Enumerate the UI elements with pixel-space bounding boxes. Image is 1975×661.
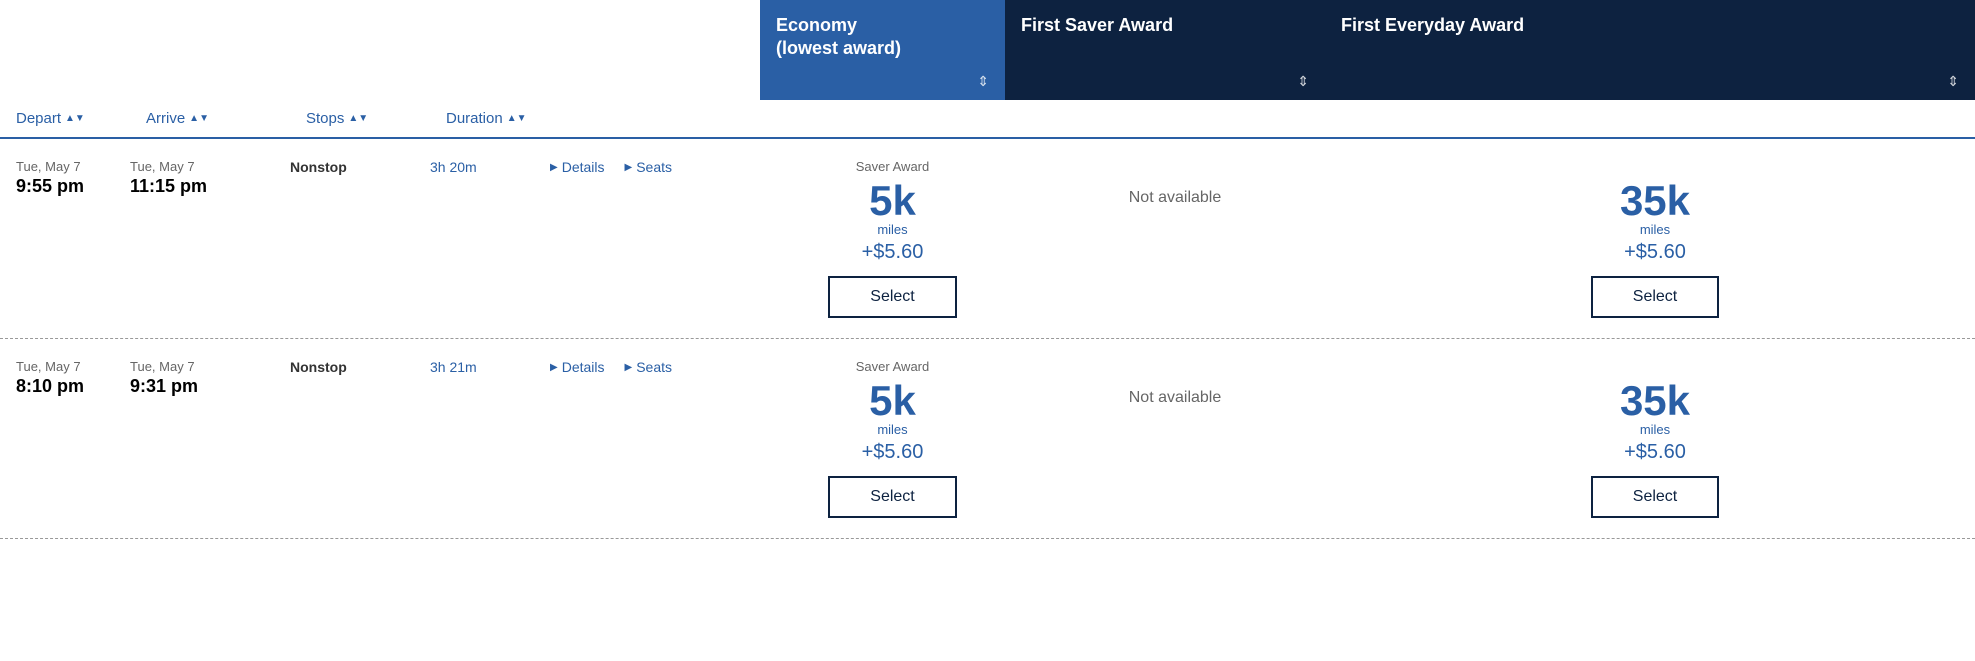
stops-sort-arrows[interactable]: ▲▼ [348,114,368,124]
first-everyday-award-col: 35k miles +$5.60 Select [1335,359,1975,518]
everyday-miles-label: miles [1640,222,1670,237]
flight-links: Details Seats [550,359,770,375]
first-everyday-sort-icon[interactable]: ⇕ [1947,73,1959,90]
first-saver-sort-icon[interactable]: ⇕ [1297,73,1309,90]
economy-award-miles: 5k [869,380,916,422]
first-everyday-award-col: 35k miles +$5.60 Select [1335,159,1975,318]
first-everyday-header-title: First Everyday Award [1341,14,1959,37]
first-saver-header[interactable]: First Saver Award ⇕ [1005,0,1325,100]
details-link[interactable]: Details [550,359,605,375]
first-saver-award-col: Not available [1015,359,1335,449]
everyday-award-type-spacer [1653,359,1657,374]
economy-award-type: Saver Award [856,359,929,374]
flight-links: Details Seats [550,159,770,175]
flight-depart: Tue, May 7 9:55 pm [0,159,130,197]
flight-arrive: Tue, May 7 11:15 pm [130,159,290,197]
column-headers: Economy (lowest award) ⇕ First Saver Awa… [0,0,1975,100]
arrive-time: 11:15 pm [130,176,290,197]
details-link[interactable]: Details [550,159,605,175]
economy-header[interactable]: Economy (lowest award) ⇕ [760,0,1005,100]
economy-award-fee: +$5.60 [862,241,924,264]
first-saver-award-col: Not available [1015,159,1335,249]
economy-award-fee: +$5.60 [862,441,924,464]
seats-link[interactable]: Seats [625,159,673,175]
subheader-spacer [630,100,1975,137]
arrive-date: Tue, May 7 [130,359,290,374]
duration-sort-arrows[interactable]: ▲▼ [507,114,527,124]
flight-stops: Nonstop [290,359,430,375]
economy-award-col: Saver Award 5k miles +$5.60 Select [770,359,1015,518]
depart-time: 8:10 pm [16,376,130,397]
everyday-award-type-spacer [1653,159,1657,174]
first-saver-not-available: Not available [1025,359,1325,449]
depart-date: Tue, May 7 [16,159,130,174]
first-everyday-header[interactable]: First Everyday Award ⇕ [1325,0,1975,100]
everyday-award-fee: +$5.60 [1624,441,1686,464]
flight-duration: 3h 21m [430,359,550,375]
first-saver-header-title: First Saver Award [1021,14,1309,37]
flight-depart: Tue, May 7 8:10 pm [0,359,130,397]
economy-miles-label: miles [877,422,907,437]
depart-sort-arrows[interactable]: ▲▼ [65,114,85,124]
subheader-row: Depart ▲▼ Arrive ▲▼ Stops ▲▼ Duration ▲▼ [0,100,1975,139]
everyday-select-button[interactable]: Select [1591,276,1719,318]
economy-award-miles: 5k [869,180,916,222]
economy-miles-label: miles [877,222,907,237]
economy-select-button-2[interactable]: Select [828,476,956,518]
stops-col-header[interactable]: Stops ▲▼ [290,100,430,137]
flight-row: Tue, May 7 9:55 pm Tue, May 7 11:15 pm N… [0,139,1975,339]
everyday-award-fee: +$5.60 [1624,241,1686,264]
seats-link[interactable]: Seats [625,359,673,375]
arrive-col-header[interactable]: Arrive ▲▼ [130,100,290,137]
economy-award-col: Saver Award 5k miles +$5.60 Select [770,159,1015,318]
everyday-award-miles: 35k [1620,180,1690,222]
depart-date: Tue, May 7 [16,359,130,374]
duration-col-header[interactable]: Duration ▲▼ [430,100,630,137]
arrive-time: 9:31 pm [130,376,290,397]
flight-duration: 3h 20m [430,159,550,175]
flight-stops: Nonstop [290,159,430,175]
everyday-award-miles: 35k [1620,380,1690,422]
arrive-sort-arrows[interactable]: ▲▼ [189,114,209,124]
flight-info-header-spacer [0,0,760,100]
economy-header-title: Economy (lowest award) [776,14,989,61]
economy-sort-icon[interactable]: ⇕ [977,73,989,90]
depart-time: 9:55 pm [16,176,130,197]
first-saver-not-available: Not available [1025,159,1325,249]
flight-row: Tue, May 7 8:10 pm Tue, May 7 9:31 pm No… [0,339,1975,539]
economy-select-button[interactable]: Select [828,276,956,318]
everyday-select-button-2[interactable]: Select [1591,476,1719,518]
flight-arrive: Tue, May 7 9:31 pm [130,359,290,397]
depart-col-header[interactable]: Depart ▲▼ [0,100,130,137]
everyday-miles-label: miles [1640,422,1670,437]
arrive-date: Tue, May 7 [130,159,290,174]
economy-award-type: Saver Award [856,159,929,174]
